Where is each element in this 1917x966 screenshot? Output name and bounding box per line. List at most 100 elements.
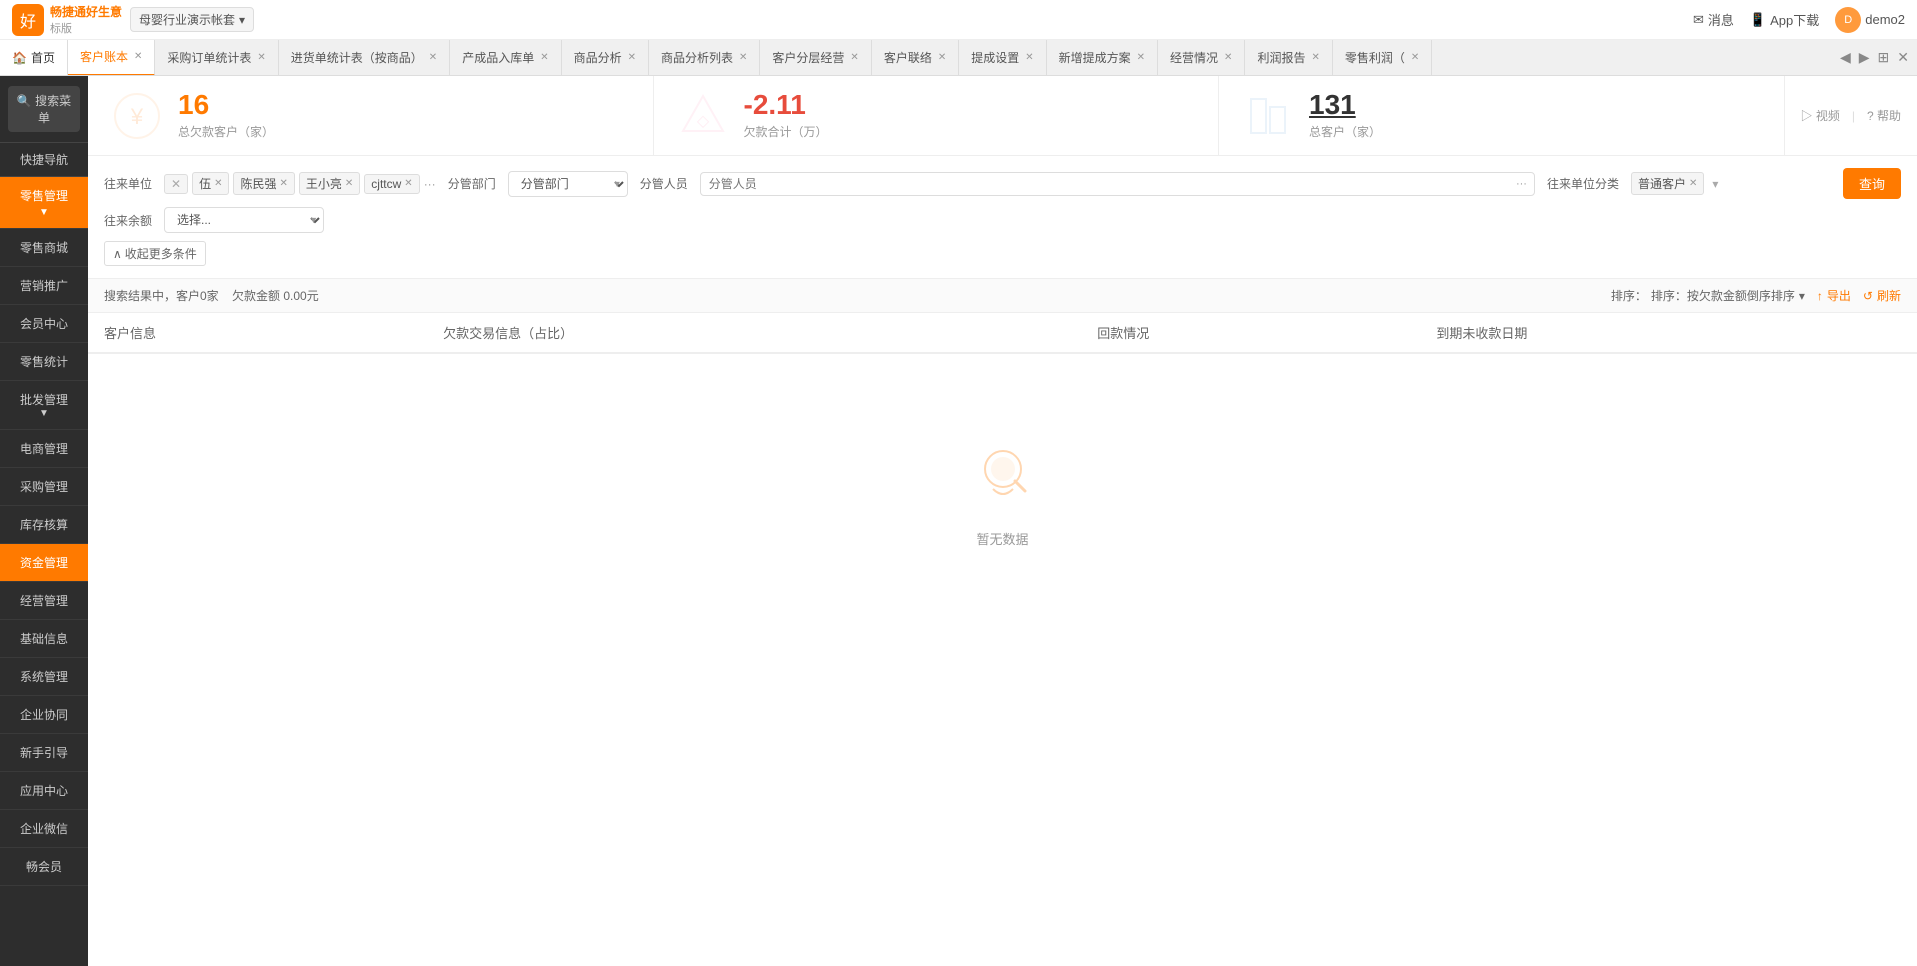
tab-inbound-stats[interactable]: 进货单统计表（按商品） ✕ bbox=[279, 40, 450, 76]
top-bar: 好 畅捷通好生意 标版 母婴行业演示帐套 ▾ ✉ 消息 📱 App下载 D de… bbox=[0, 0, 1917, 40]
empty-text: 暂无数据 bbox=[976, 529, 1028, 548]
tab-close-icon[interactable]: ✕ bbox=[1311, 52, 1319, 63]
sidebar-item-retail-mgmt[interactable]: 零售管理 ▼ bbox=[0, 177, 88, 229]
chevron-right-icon: ▼ bbox=[39, 408, 49, 419]
filter-tag-chen[interactable]: 陈民强 ✕ bbox=[233, 172, 294, 195]
tab-goods-analysis-list[interactable]: 商品分析列表 ✕ bbox=[649, 40, 760, 76]
tab-business-status[interactable]: 经营情况 ✕ bbox=[1158, 40, 1245, 76]
refresh-button[interactable]: ↺ 刷新 bbox=[1863, 287, 1901, 304]
filter-more-btn[interactable]: ··· bbox=[424, 177, 436, 191]
sidebar-item-basic-info[interactable]: 基础信息 bbox=[0, 620, 88, 658]
unit-type-tags: 普通客户 ✕ ▾ bbox=[1631, 172, 1831, 195]
sidebar-item-purchase-mgmt[interactable]: 采购管理 bbox=[0, 468, 88, 506]
tab-retail-profit[interactable]: 零售利润（ ✕ bbox=[1333, 40, 1432, 76]
filter-tag-cjttcw[interactable]: cjttcw ✕ bbox=[364, 174, 419, 194]
tab-cost-inbound[interactable]: 产成品入库单 ✕ bbox=[450, 40, 561, 76]
video-btn[interactable]: ▷ 视频 bbox=[1801, 107, 1840, 124]
tab-close-icon[interactable]: ✕ bbox=[739, 52, 747, 63]
tab-customer-book[interactable]: 客户账本 ✕ bbox=[68, 40, 155, 76]
account-dropdown[interactable]: 母婴行业演示帐套 ▾ bbox=[130, 7, 254, 32]
user-menu[interactable]: D demo2 bbox=[1835, 7, 1905, 33]
collapse-button[interactable]: ∧ 收起更多条件 bbox=[104, 241, 206, 266]
table-header: 客户信息 欠款交易信息（占比） 回款情况 到期未收款日期 bbox=[88, 313, 1917, 353]
person-input[interactable] bbox=[700, 172, 1535, 196]
tag-close-icon[interactable]: ✕ bbox=[345, 178, 353, 189]
tab-prev-icon[interactable]: ◀ bbox=[1836, 49, 1855, 66]
sidebar-item-enterprise-wechat[interactable]: 企业微信 bbox=[0, 810, 88, 848]
tab-profit-report[interactable]: 利润报告 ✕ bbox=[1245, 40, 1332, 76]
sidebar-item-retail-stats[interactable]: 零售统计 bbox=[0, 343, 88, 381]
tag-close-icon[interactable]: ✕ bbox=[404, 178, 412, 189]
dept-select-wrapper: 分管部门 bbox=[508, 171, 628, 197]
tab-close-icon[interactable]: ✕ bbox=[134, 51, 142, 62]
tab-close-icon[interactable]: ✕ bbox=[1025, 52, 1033, 63]
sidebar-quick-nav[interactable]: 快捷导航 bbox=[0, 143, 88, 177]
balance-select[interactable]: 选择... bbox=[164, 207, 324, 233]
sidebar-item-enterprise-collab[interactable]: 企业协同 bbox=[0, 696, 88, 734]
stat-block-total-customers: 131 总客户（家） bbox=[1219, 76, 1785, 155]
tab-goods-analysis[interactable]: 商品分析 ✕ bbox=[562, 40, 649, 76]
tab-close-all-icon[interactable]: ✕ bbox=[1893, 49, 1913, 66]
tag-close-icon[interactable]: ✕ bbox=[1689, 178, 1697, 189]
sidebar-item-label: 新手引导 bbox=[8, 744, 80, 761]
sidebar-item-ecommerce-mgmt[interactable]: 电商管理 bbox=[0, 430, 88, 468]
filter-tag-common-customer[interactable]: 普通客户 ✕ bbox=[1631, 172, 1704, 195]
app-download-btn[interactable]: 📱 App下载 bbox=[1750, 10, 1819, 29]
main-layout: 🔍 搜索菜单 快捷导航 零售管理 ▼ 零售商城 营销推广 会员中心 零售统计 批… bbox=[0, 76, 1917, 966]
filter-tag-unit-remove: ✕ bbox=[164, 174, 188, 194]
collapse-area: ∧ 收起更多条件 bbox=[104, 241, 1901, 266]
close-icon[interactable]: ✕ bbox=[171, 177, 181, 191]
stat-value-owe-customers: 16 bbox=[178, 91, 274, 119]
tab-raise-settings[interactable]: 提成设置 ✕ bbox=[959, 40, 1046, 76]
tab-customer-tier[interactable]: 客户分层经营 ✕ bbox=[760, 40, 871, 76]
tab-close-icon[interactable]: ✕ bbox=[1411, 52, 1419, 63]
dept-select[interactable]: 分管部门 bbox=[508, 171, 628, 197]
sidebar-item-app-center[interactable]: 应用中心 bbox=[0, 772, 88, 810]
tab-close-icon[interactable]: ✕ bbox=[1137, 52, 1145, 63]
sort-button[interactable]: 排序： 排序：按欠款金额倒序排序 ▾ bbox=[1611, 287, 1805, 304]
sidebar-item-member-center[interactable]: 会员中心 bbox=[0, 305, 88, 343]
tab-close-icon[interactable]: ✕ bbox=[628, 52, 636, 63]
tab-expand-icon[interactable]: ⊞ bbox=[1874, 49, 1894, 66]
tab-close-icon[interactable]: ✕ bbox=[257, 52, 265, 63]
help-btn[interactable]: ? 帮助 bbox=[1867, 107, 1901, 124]
sidebar-item-capital-mgmt[interactable]: 资金管理 bbox=[0, 544, 88, 582]
filter-tag-wu[interactable]: 伍 ✕ bbox=[192, 172, 229, 195]
search-icon: 🔍 bbox=[17, 94, 32, 108]
tab-close-icon[interactable]: ✕ bbox=[850, 52, 858, 63]
filter-tag-wang[interactable]: 王小亮 ✕ bbox=[299, 172, 360, 195]
stat-label-owe-amount: 欠款合计（万） bbox=[744, 123, 828, 140]
tab-close-icon[interactable]: ✕ bbox=[540, 52, 548, 63]
results-info: 搜索结果中，客户0家 欠款金额 0.00元 bbox=[104, 287, 319, 304]
tab-purchase-order[interactable]: 采购订单统计表 ✕ bbox=[155, 40, 278, 76]
sidebar-item-operation-mgmt[interactable]: 经营管理 bbox=[0, 582, 88, 620]
unit-type-label: 往来单位分类 bbox=[1547, 175, 1619, 192]
sidebar-item-retail-mall[interactable]: 零售商城 bbox=[0, 229, 88, 267]
sidebar-item-system-mgmt[interactable]: 系统管理 bbox=[0, 658, 88, 696]
tab-home[interactable]: 🏠 首页 bbox=[0, 40, 68, 76]
col-due-date: 到期未收款日期 bbox=[1420, 313, 1917, 353]
col-customer-info: 客户信息 bbox=[88, 313, 427, 353]
sidebar-item-marketing[interactable]: 营销推广 bbox=[0, 267, 88, 305]
sidebar-item-member-vip[interactable]: 畅会员 bbox=[0, 848, 88, 886]
export-button[interactable]: ↑ 导出 bbox=[1817, 287, 1851, 304]
sidebar-item-label: 基础信息 bbox=[8, 630, 80, 647]
tag-close-icon[interactable]: ✕ bbox=[280, 178, 288, 189]
tag-close-icon[interactable]: ✕ bbox=[214, 178, 222, 189]
tab-next-icon[interactable]: ▶ bbox=[1855, 49, 1874, 66]
message-btn[interactable]: ✉ 消息 bbox=[1693, 10, 1734, 29]
sidebar-item-inventory-check[interactable]: 库存核算 bbox=[0, 506, 88, 544]
sidebar-item-label: 批发管理 bbox=[20, 391, 68, 408]
query-button[interactable]: 查询 bbox=[1843, 168, 1901, 199]
tab-close-icon[interactable]: ✕ bbox=[429, 52, 437, 63]
sidebar-item-new-guide[interactable]: 新手引导 bbox=[0, 734, 88, 772]
sidebar-item-label: 应用中心 bbox=[8, 782, 80, 799]
sidebar-search-button[interactable]: 🔍 搜索菜单 bbox=[8, 86, 80, 132]
tab-new-raise-plan[interactable]: 新增提成方案 ✕ bbox=[1047, 40, 1158, 76]
sidebar-item-wholesale-mgmt[interactable]: 批发管理 ▼ bbox=[0, 381, 88, 430]
unit-type-dropdown-icon[interactable]: ▾ bbox=[1712, 177, 1718, 191]
logo-text: 畅捷通好生意 标版 bbox=[50, 3, 122, 36]
tab-customer-contact[interactable]: 客户联络 ✕ bbox=[872, 40, 959, 76]
tab-close-icon[interactable]: ✕ bbox=[938, 52, 946, 63]
tab-close-icon[interactable]: ✕ bbox=[1224, 52, 1232, 63]
